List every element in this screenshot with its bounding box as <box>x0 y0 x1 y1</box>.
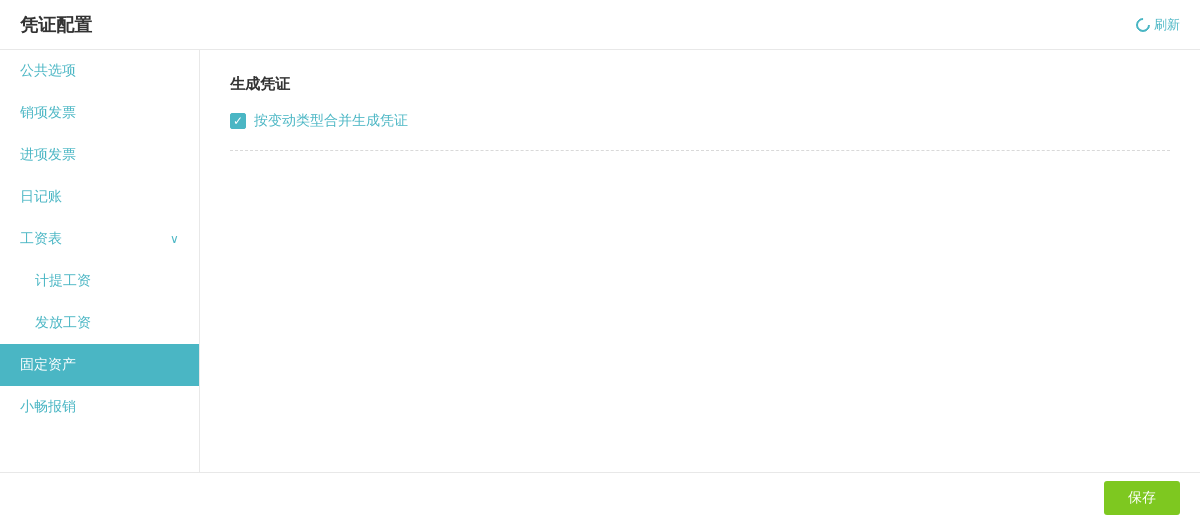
merge-by-type-checkbox[interactable]: ✓ <box>230 113 246 129</box>
sidebar-item-label: 工资表 <box>20 230 62 248</box>
sidebar-item-purchase-invoice[interactable]: 进项发票 <box>0 134 199 176</box>
page-title: 凭证配置 <box>20 13 92 37</box>
sidebar-item-label: 销项发票 <box>20 104 76 122</box>
sidebar-item-label: 发放工资 <box>35 314 91 332</box>
merge-by-type-row[interactable]: ✓ 按变动类型合并生成凭证 <box>230 112 1170 130</box>
save-button[interactable]: 保存 <box>1104 481 1180 515</box>
footer: 保存 <box>0 472 1200 522</box>
sidebar-item-public-options[interactable]: 公共选项 <box>0 50 199 92</box>
checkmark-icon: ✓ <box>233 115 243 127</box>
sidebar-item-label: 计提工资 <box>35 272 91 290</box>
header: 凭证配置 刷新 <box>0 0 1200 50</box>
sidebar-item-journal[interactable]: 日记账 <box>0 176 199 218</box>
sidebar-item-label: 公共选项 <box>20 62 76 80</box>
sidebar-item-label: 小畅报销 <box>20 398 76 416</box>
refresh-button[interactable]: 刷新 <box>1136 16 1180 34</box>
section-title: 生成凭证 <box>230 75 1170 94</box>
refresh-label: 刷新 <box>1154 16 1180 34</box>
main-content: 生成凭证 ✓ 按变动类型合并生成凭证 <box>200 50 1200 472</box>
sidebar-item-label: 固定资产 <box>20 356 76 374</box>
sidebar: 公共选项销项发票进项发票日记账工资表 ∨ 计提工资发放工资固定资产小畅报销 <box>0 50 200 472</box>
sidebar-item-payroll-table[interactable]: 工资表 ∨ <box>0 218 199 260</box>
sidebar-item-expense-report[interactable]: 小畅报销 <box>0 386 199 428</box>
sidebar-item-label: 进项发票 <box>20 146 76 164</box>
sidebar-item-label: 日记账 <box>20 188 62 206</box>
chevron-down-icon: ∨ <box>170 232 179 246</box>
merge-by-type-label: 按变动类型合并生成凭证 <box>254 112 408 130</box>
divider <box>230 150 1170 151</box>
refresh-icon <box>1133 15 1153 35</box>
sidebar-item-payroll-calc[interactable]: 计提工资 <box>0 260 199 302</box>
body: 公共选项销项发票进项发票日记账工资表 ∨ 计提工资发放工资固定资产小畅报销 生成凭证… <box>0 50 1200 472</box>
sidebar-item-sales-invoice[interactable]: 销项发票 <box>0 92 199 134</box>
sidebar-item-payroll-pay[interactable]: 发放工资 <box>0 302 199 344</box>
sidebar-item-fixed-assets[interactable]: 固定资产 <box>0 344 199 386</box>
